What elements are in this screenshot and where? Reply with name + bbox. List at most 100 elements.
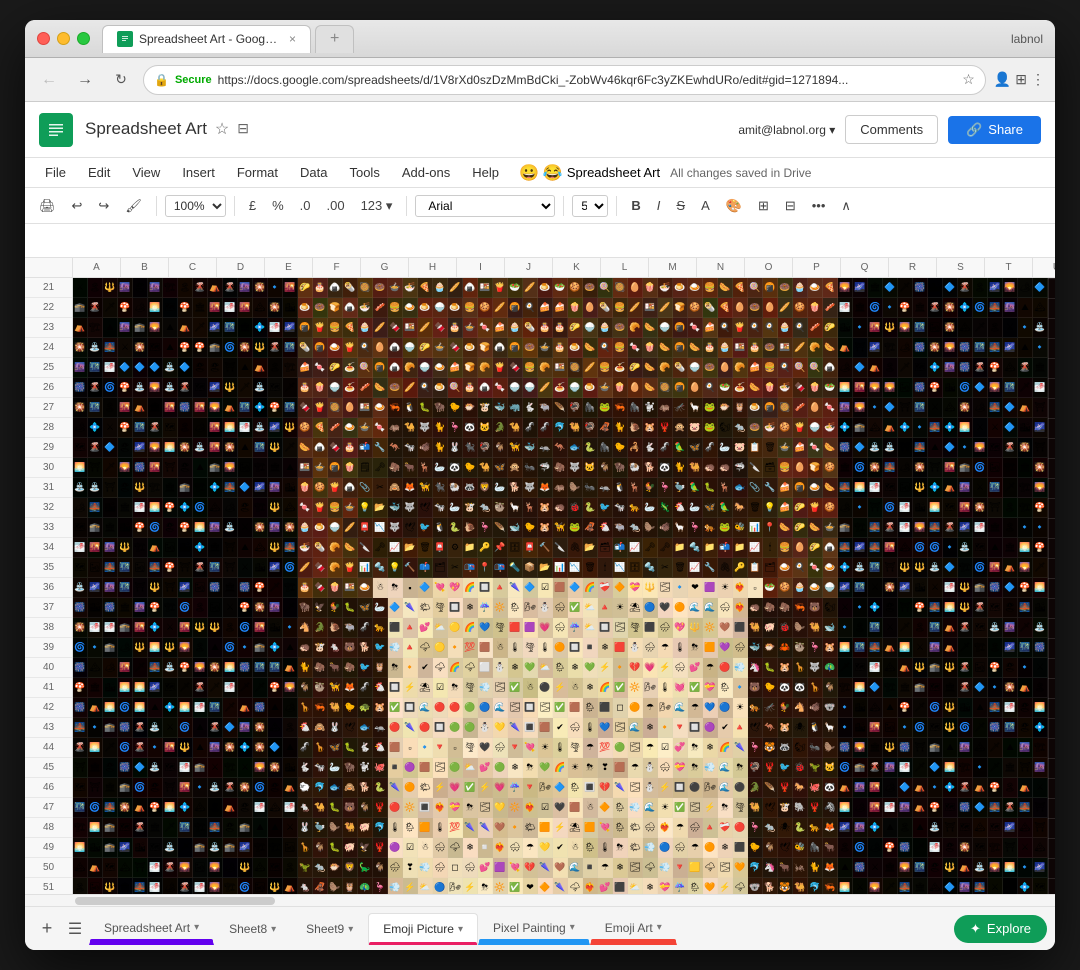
tab-arrow-pixel-painting: ▾ bbox=[570, 922, 575, 933]
tab-sheet8[interactable]: Sheet8 ▾ bbox=[214, 913, 291, 945]
menu-insert[interactable]: Insert bbox=[172, 161, 225, 184]
row-num-51: 51 bbox=[25, 878, 72, 894]
row-num-47: 47 bbox=[25, 798, 72, 818]
menu-view[interactable]: View bbox=[122, 161, 170, 184]
profile-icon[interactable]: 👤 bbox=[994, 71, 1011, 88]
menu-icon[interactable]: ⋮ bbox=[1031, 71, 1045, 88]
borders-button[interactable]: ⊞ bbox=[752, 194, 775, 218]
percent-button[interactable]: % bbox=[266, 194, 290, 217]
share-button[interactable]: 🔗 Share bbox=[948, 116, 1041, 144]
text-color-button[interactable]: A bbox=[695, 194, 716, 217]
menu-edit[interactable]: Edit bbox=[78, 161, 120, 184]
paint-format-button[interactable]: 🖌 bbox=[119, 194, 148, 218]
row-num-36: 36 bbox=[25, 578, 72, 598]
secure-lock-icon: 🔒 bbox=[154, 73, 169, 87]
tab-label-emoji-art: Emoji Art bbox=[605, 921, 653, 935]
tab-title: Spreadsheet Art - Google She... bbox=[139, 32, 279, 46]
sheets-logo bbox=[39, 113, 73, 147]
col-m: M bbox=[649, 258, 697, 277]
tab-close-icon[interactable]: × bbox=[289, 32, 296, 46]
comments-button[interactable]: Comments bbox=[845, 115, 938, 144]
scrollbar-thumb[interactable] bbox=[75, 897, 275, 905]
tab-label-sheet8: Sheet8 bbox=[229, 922, 267, 936]
merge-button[interactable]: ⊟ bbox=[779, 194, 802, 218]
tab-emoji-picture[interactable]: Emoji Picture ▾ bbox=[368, 913, 478, 945]
forward-button[interactable]: → bbox=[71, 66, 99, 94]
tab-label-spreadsheet-art: Spreadsheet Art bbox=[104, 921, 190, 935]
col-o: O bbox=[745, 258, 793, 277]
col-f: F bbox=[313, 258, 361, 277]
decimal-increase-button[interactable]: .00 bbox=[320, 194, 350, 217]
size-select[interactable]: 5 6 8 10 bbox=[572, 195, 608, 217]
format-more-button[interactable]: 123 ▾ bbox=[355, 194, 399, 218]
row-num-46: 46 bbox=[25, 778, 72, 798]
currency-button[interactable]: £ bbox=[243, 194, 262, 217]
explore-icon: ✦ bbox=[970, 921, 981, 937]
col-e: E bbox=[265, 258, 313, 277]
explore-button[interactable]: ✦ Explore bbox=[954, 915, 1047, 943]
menu-tools[interactable]: Tools bbox=[339, 161, 389, 184]
bold-button[interactable]: B bbox=[625, 194, 646, 217]
redo-button[interactable]: ↪ bbox=[92, 194, 115, 218]
sheets-toolbar: 🖨 ↩ ↪ 🖌 100% 75% 50% £ % .0 .00 123 ▾ Ar… bbox=[25, 188, 1055, 224]
row-num-43: 43 bbox=[25, 718, 72, 738]
menu-addons[interactable]: Add-ons bbox=[392, 161, 460, 184]
close-button[interactable] bbox=[37, 32, 50, 45]
user-email[interactable]: amit@labnol.org ▾ bbox=[738, 123, 835, 137]
menu-help[interactable]: Help bbox=[462, 161, 509, 184]
decimal-decrease-button[interactable]: .0 bbox=[294, 194, 317, 217]
more-toolbar[interactable]: ••• bbox=[806, 194, 832, 217]
back-button[interactable]: ← bbox=[35, 66, 63, 94]
undo-button[interactable]: ↩ bbox=[66, 194, 89, 218]
titlebar: Spreadsheet Art - Google She... × + labn… bbox=[25, 20, 1055, 58]
emoji-mosaic-bg: ⚔🏝🔱🌆🏖🌆🏗🏝🌋⛺🌋🌆🎇🔹🌇🌮🎂🍙🌯🥘🍩🍲🍜🍕🧁🥖🍙🍱🍟🥗🥖🍮🥗🍪🍩🍭🥘🥚🍿🍜… bbox=[73, 278, 1055, 894]
minimize-button[interactable] bbox=[57, 32, 70, 45]
col-g: G bbox=[361, 258, 409, 277]
column-headers: A B C D E F G H I J K L M N O P Q R S T bbox=[25, 258, 1055, 278]
add-sheet-button[interactable]: + bbox=[33, 915, 61, 943]
collapse-toolbar[interactable]: ∧ bbox=[835, 194, 857, 218]
row-num-35: 35 bbox=[25, 558, 72, 578]
explore-label: Explore bbox=[987, 921, 1031, 936]
tab-spreadsheet-art[interactable]: Spreadsheet Art ▾ bbox=[89, 913, 214, 945]
menu-format[interactable]: Format bbox=[227, 161, 288, 184]
row-num-37: 37 bbox=[25, 598, 72, 618]
col-n: N bbox=[697, 258, 745, 277]
browser-tab-active[interactable]: Spreadsheet Art - Google She... × bbox=[102, 25, 311, 53]
tab-arrow-emoji-picture: ▾ bbox=[458, 924, 463, 935]
fill-color-button[interactable]: 🎨 bbox=[720, 194, 748, 218]
divider2 bbox=[234, 196, 235, 216]
tab-pixel-painting[interactable]: Pixel Painting ▾ bbox=[478, 913, 590, 945]
bookmark-icon[interactable]: ☆ bbox=[962, 71, 975, 88]
menu-file[interactable]: File bbox=[35, 161, 76, 184]
all-sheets-button[interactable]: ☰ bbox=[61, 915, 89, 943]
address-text: https://docs.google.com/spreadsheets/d/1… bbox=[218, 73, 957, 87]
cells-area[interactable]: ⚔🏝🔱🌆🏖🌆🏗🏝🌋⛺🌋🌆🎇🔹🌇🌮🎂🍙🌯🥘🍩🍲🍜🍕🧁🥖🍙🍱🍟🥗🥖🍮🥗🍪🍩🍭🥘🥚🍿🍜… bbox=[73, 278, 1055, 894]
italic-button[interactable]: I bbox=[651, 194, 667, 217]
browser-tab-new[interactable]: + bbox=[315, 25, 354, 53]
row-num-27: 27 bbox=[25, 398, 72, 418]
divider3 bbox=[406, 196, 407, 216]
row-num-38: 38 bbox=[25, 618, 72, 638]
tab-label-emoji-picture: Emoji Picture bbox=[383, 922, 454, 936]
folder-icon[interactable]: ⊟ bbox=[237, 120, 249, 137]
strikethrough-button[interactable]: S bbox=[670, 194, 691, 217]
star-icon[interactable]: ☆ bbox=[215, 119, 229, 139]
extensions-icon[interactable]: ⊞ bbox=[1015, 71, 1027, 88]
new-tab-icon: + bbox=[330, 30, 339, 48]
window-controls bbox=[37, 32, 90, 45]
share-icon: 🔗 bbox=[966, 122, 982, 138]
horizontal-scrollbar[interactable] bbox=[25, 894, 1055, 906]
font-select[interactable]: Arial Times New Roman bbox=[415, 195, 555, 217]
tab-sheet9[interactable]: Sheet9 ▾ bbox=[291, 913, 368, 945]
mosaic-svg bbox=[73, 278, 1055, 894]
menu-data[interactable]: Data bbox=[290, 161, 337, 184]
reload-button[interactable]: ↻ bbox=[107, 66, 135, 94]
row-num-23: 23 bbox=[25, 318, 72, 338]
row-num-26: 26 bbox=[25, 378, 72, 398]
zoom-select[interactable]: 100% 75% 50% bbox=[165, 195, 226, 217]
address-bar[interactable]: 🔒 Secure https://docs.google.com/spreads… bbox=[143, 65, 986, 95]
tab-emoji-art[interactable]: Emoji Art ▾ bbox=[590, 913, 677, 945]
print-button[interactable]: 🖨 bbox=[33, 194, 62, 218]
maximize-button[interactable] bbox=[77, 32, 90, 45]
